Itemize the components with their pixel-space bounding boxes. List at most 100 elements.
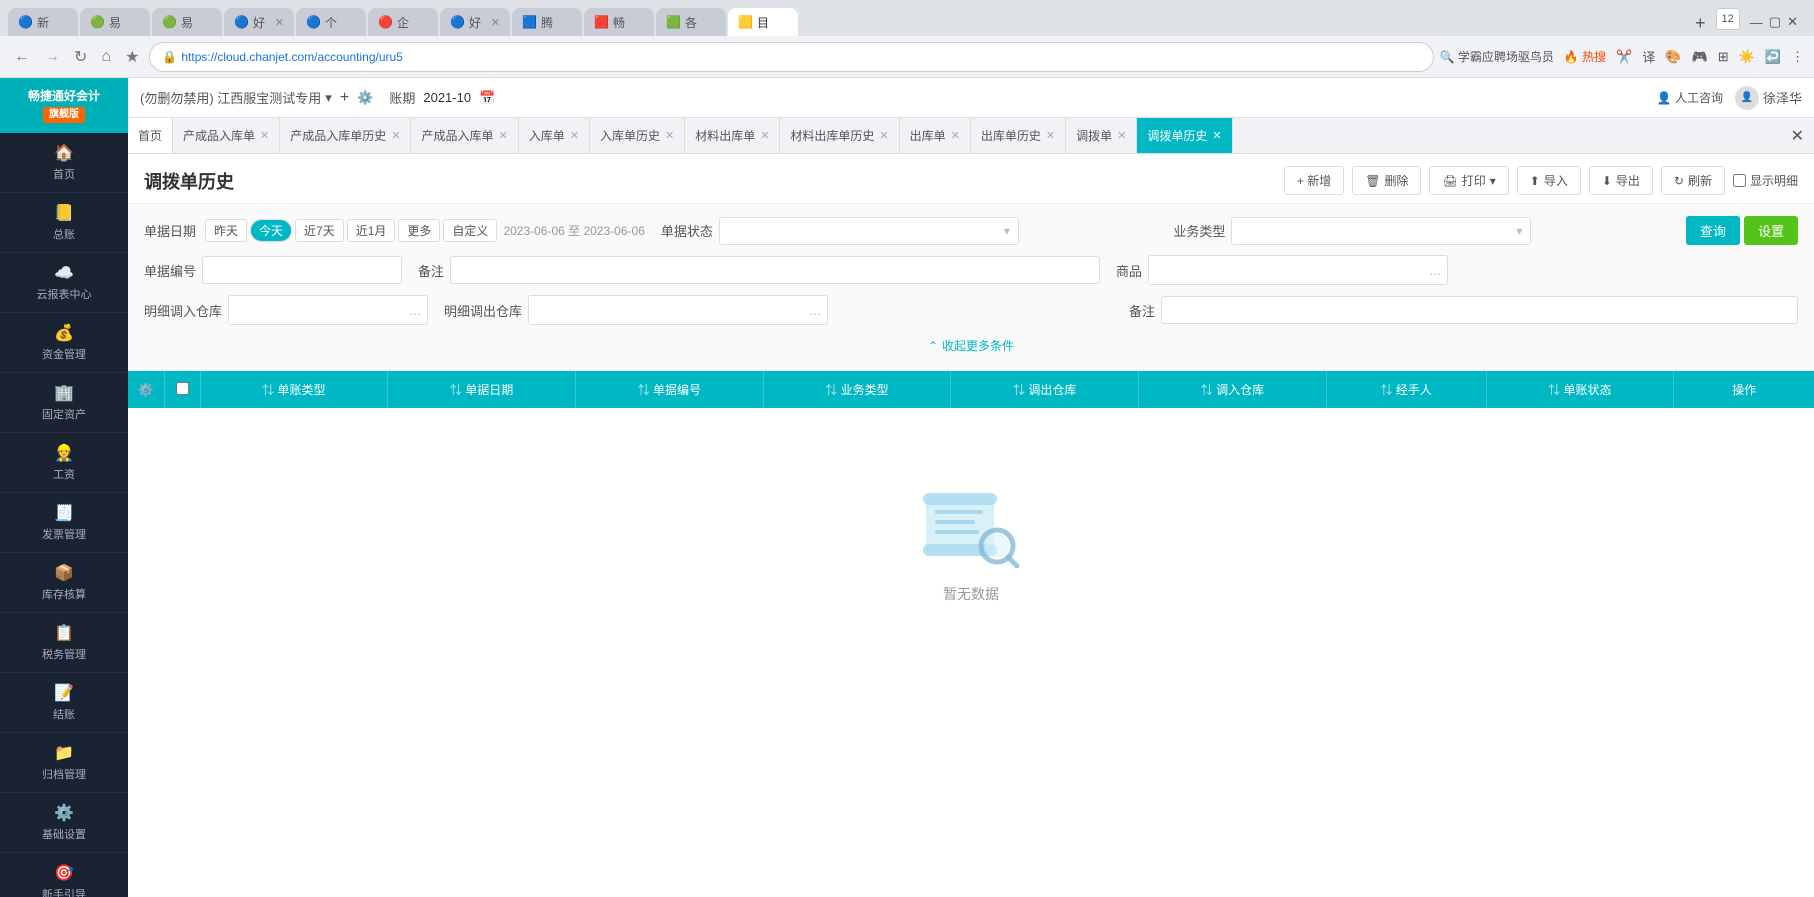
menu-icon[interactable]: ⋮ (1791, 49, 1804, 65)
page-tab-出库单[interactable]: 出库单✕ (900, 118, 971, 154)
browser-tab-t3[interactable]: 🟢易 (152, 8, 222, 36)
page-tab-close[interactable]: ✕ (1117, 129, 1126, 142)
page-tab-入库单历史[interactable]: 入库单历史✕ (590, 118, 685, 154)
date-option-今天[interactable]: 今天 (250, 219, 292, 242)
add-company-button[interactable]: + (340, 89, 349, 107)
bookmark-button[interactable]: ★ (121, 43, 143, 71)
sidebar-item-基础设置[interactable]: ⚙️基础设置 (0, 793, 128, 853)
sidebar-item-归档管理[interactable]: 📁归档管理 (0, 733, 128, 793)
show-columns-checkbox[interactable] (1733, 174, 1746, 187)
sidebar-item-库存核算[interactable]: 📦库存核算 (0, 553, 128, 613)
sidebar-item-资金管理[interactable]: 💰资金管理 (0, 313, 128, 373)
ext-icon4[interactable]: ☀️ (1739, 49, 1755, 65)
sidebar-item-云报表中心[interactable]: ☁️云报表中心 (0, 253, 128, 313)
page-tab-调拨单历史[interactable]: 调拨单历史✕ (1137, 118, 1232, 154)
sidebar-item-发票管理[interactable]: 🧾发票管理 (0, 493, 128, 553)
date-option-近7天[interactable]: 近7天 (295, 219, 344, 242)
in-warehouse-dots-btn[interactable]: ... (403, 302, 427, 318)
tab-bar-close-icon[interactable]: ✕ (1781, 126, 1814, 146)
status-select[interactable]: ▾ (719, 217, 1019, 245)
settings-icon[interactable]: ⚙️ (357, 90, 373, 106)
goods-dots-btn[interactable]: ... (1423, 262, 1447, 278)
goods-input[interactable] (1149, 256, 1423, 284)
browser-tab-t2[interactable]: 🟢易 (80, 8, 150, 36)
consultant-icon[interactable]: 👤 人工咨询 (1657, 89, 1723, 106)
translate-icon[interactable]: 译 (1642, 47, 1655, 66)
browser-tab-t10[interactable]: 🟩各 (656, 8, 726, 36)
show-columns-checkbox-label[interactable]: 显示明细 (1733, 172, 1798, 189)
user-area[interactable]: 👤 徐泽华 (1735, 86, 1802, 110)
browser-tab-t6[interactable]: 🔴企 (368, 8, 438, 36)
col-date[interactable]: ⇅ 单据日期 (388, 371, 576, 408)
export-button[interactable]: ⬇ 导出 (1589, 166, 1653, 195)
page-tab-产成品入库单历史[interactable]: 产成品入库单历史✕ (280, 118, 411, 154)
collapse-filter-btn[interactable]: ⌃ 收起更多条件 (144, 333, 1798, 358)
browser-tab-t5[interactable]: 🔵个 (296, 8, 366, 36)
page-tab-入库单[interactable]: 入库单✕ (519, 118, 590, 154)
browser-tab-t7[interactable]: 🔵好✕ (440, 8, 510, 36)
col-doc-status[interactable]: ⇅ 单账状态 (1486, 371, 1674, 408)
sidebar-item-新手引导[interactable]: 🎯新手引导 (0, 853, 128, 897)
date-option-近1月[interactable]: 近1月 (347, 219, 396, 242)
ext-icon3[interactable]: ⊞ (1718, 49, 1729, 65)
page-tab-close[interactable]: ✕ (260, 129, 269, 142)
col-out-warehouse[interactable]: ⇅ 调出仓库 (951, 371, 1139, 408)
col-checkbox[interactable] (164, 371, 200, 408)
page-tab-close[interactable]: ✕ (1046, 129, 1055, 142)
back-button[interactable]: ← (10, 44, 34, 70)
refresh-button[interactable]: ↻ 刷新 (1661, 166, 1725, 195)
page-tab-close[interactable]: ✕ (665, 129, 674, 142)
home-button[interactable]: ⌂ (97, 44, 115, 70)
browser-tab-t8[interactable]: 🟦腾 (512, 8, 582, 36)
page-tab-产成品入库单[interactable]: 产成品入库单✕ (411, 118, 518, 154)
page-tab-close[interactable]: ✕ (951, 129, 960, 142)
out-warehouse-dots-btn[interactable]: ... (803, 302, 827, 318)
page-tab-close[interactable]: ✕ (499, 129, 508, 142)
settings-button[interactable]: 设置 (1744, 216, 1798, 245)
sidebar-item-固定资产[interactable]: 🏢固定资产 (0, 373, 128, 433)
delete-button[interactable]: 🗑 删除 (1352, 166, 1421, 195)
new-tab-button[interactable]: + (1687, 10, 1714, 36)
ext-icon1[interactable]: 🎨 (1665, 49, 1681, 65)
import-button[interactable]: ⬆ 导入 (1517, 166, 1581, 195)
col-biz-type[interactable]: ⇅ 业务类型 (763, 371, 951, 408)
page-tab-材料出库单[interactable]: 材料出库单✕ (685, 118, 780, 154)
page-tab-close[interactable]: ✕ (570, 129, 579, 142)
page-tab-close[interactable]: ✕ (879, 129, 888, 142)
page-tab-调拨单[interactable]: 调拨单✕ (1066, 118, 1137, 154)
sidebar-item-首页[interactable]: 🏠首页 (0, 133, 128, 193)
remark2-input[interactable] (1161, 296, 1798, 324)
new-button[interactable]: + 新增 (1284, 166, 1344, 195)
doc-num-input[interactable] (202, 256, 402, 284)
search-button[interactable]: 查询 (1686, 216, 1740, 245)
page-tab-close[interactable]: ✕ (760, 129, 769, 142)
print-button[interactable]: 🖨 打印 ▾ (1429, 166, 1508, 195)
col-gear[interactable]: ⚙️ (128, 371, 164, 408)
maximize-icon[interactable]: ▢ (1769, 14, 1781, 30)
browser-tab-t1[interactable]: 🔵新 (8, 8, 78, 36)
forward-button[interactable]: → (40, 44, 64, 70)
ext-icon2[interactable]: 🎮 (1692, 49, 1708, 65)
undo-icon[interactable]: ↩️ (1765, 49, 1781, 65)
col-in-warehouse[interactable]: ⇅ 调入仓库 (1139, 371, 1327, 408)
page-tab-首页[interactable]: 首页 (128, 118, 173, 154)
page-tab-close[interactable]: ✕ (391, 129, 400, 142)
out-warehouse-input[interactable] (529, 296, 803, 324)
select-all-checkbox[interactable] (176, 382, 189, 395)
col-handler[interactable]: ⇅ 经手人 (1326, 371, 1486, 408)
col-doc-type[interactable]: ⇅ 单账类型 (200, 371, 388, 408)
page-tab-close[interactable]: ✕ (1212, 129, 1221, 142)
sidebar-item-总账[interactable]: 📒总账 (0, 193, 128, 253)
col-doc-num[interactable]: ⇅ 单据编号 (575, 371, 763, 408)
cut-icon[interactable]: ✂️ (1616, 49, 1632, 65)
close-icon[interactable]: ✕ (1787, 14, 1798, 30)
in-warehouse-input[interactable] (229, 296, 403, 324)
browser-tab-t9[interactable]: 🟥畅 (584, 8, 654, 36)
page-tab-产成品入库单[interactable]: 产成品入库单✕ (173, 118, 280, 154)
sidebar-item-工资[interactable]: 👷工资 (0, 433, 128, 493)
date-option-昨天[interactable]: 昨天 (205, 219, 247, 242)
page-tab-材料出库单历史[interactable]: 材料出库单历史✕ (780, 118, 899, 154)
remark-input[interactable] (450, 256, 1100, 284)
minimize-icon[interactable]: ― (1750, 15, 1763, 30)
browser-tab-t11[interactable]: 🟨目 (728, 8, 798, 36)
